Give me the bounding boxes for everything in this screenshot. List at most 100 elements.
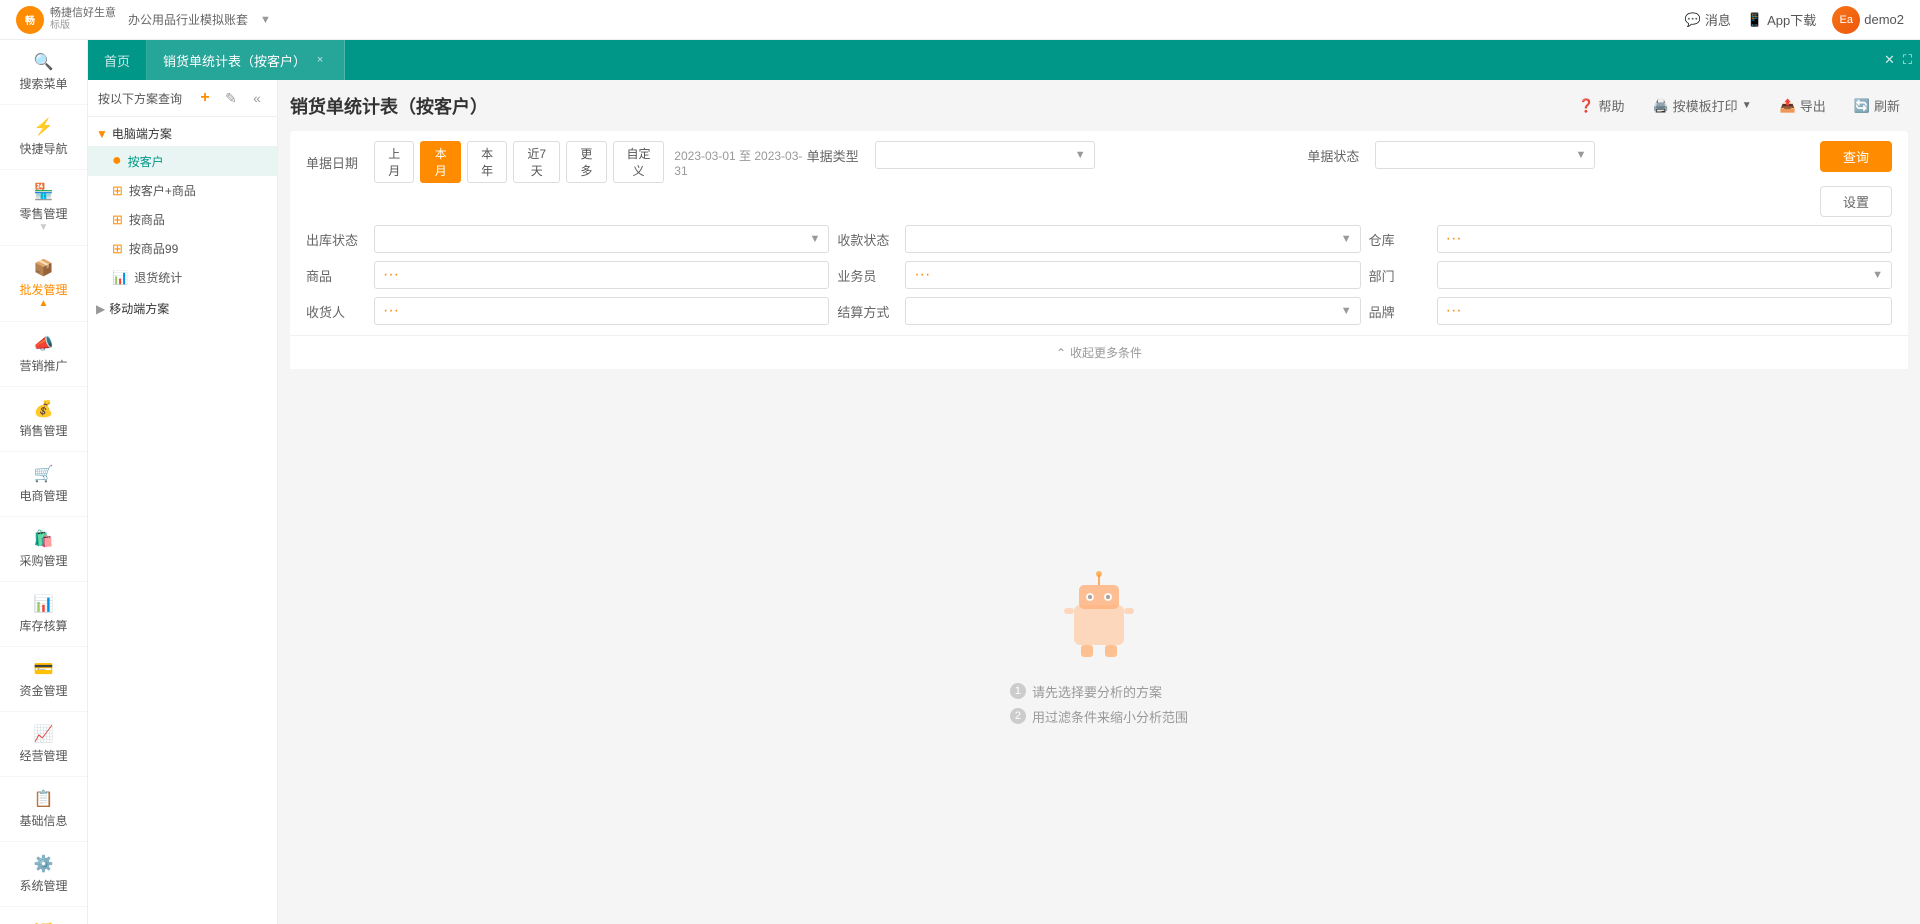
retail-icon: 🏪 xyxy=(4,182,83,202)
operations-icon: 📈 xyxy=(4,724,83,744)
help-btn[interactable]: ❓ 帮助 xyxy=(1570,92,1632,119)
scheme-item-by-goods-99[interactable]: ⊞ 按商品99 xyxy=(88,234,277,263)
sidebar-item-cooperation[interactable]: 🤝 企业协同 xyxy=(0,907,87,924)
sidebar-item-operations[interactable]: 📈 经营管理 xyxy=(0,712,87,777)
brand-label: 品牌 xyxy=(1369,302,1429,321)
doc-status-group: 单据状态 ▼ xyxy=(1307,141,1808,169)
sidebar-item-label: 电商管理 xyxy=(4,487,83,504)
return-stats-icon: 📊 xyxy=(112,270,128,286)
scheme-item-label: 按客户+商品 xyxy=(129,182,196,199)
filter-row-2: 出库状态 ▼ 收款状态 ▼ xyxy=(290,217,1908,253)
out-status-label: 出库状态 xyxy=(306,230,366,249)
sidebar-item-sales[interactable]: 💰 销售管理 xyxy=(0,387,87,452)
date-btn-last-7-days[interactable]: 近7天 xyxy=(513,141,560,183)
date-filter-group: 单据日期 上月 本月 本年 近7天 更多 自定义 2023-03-01 至 20… xyxy=(306,141,807,183)
sidebar-item-label: 库存核算 xyxy=(4,617,83,634)
date-btn-custom[interactable]: 自定义 xyxy=(613,141,665,183)
filter-row-1: 单据日期 上月 本月 本年 近7天 更多 自定义 2023-03-01 至 20… xyxy=(290,131,1908,217)
logo-area: 畅 畅捷信好生意 标版 xyxy=(16,6,116,34)
date-btn-this-year[interactable]: 本年 xyxy=(467,141,507,183)
payment-status-dropdown-icon: ▼ xyxy=(1341,233,1352,245)
collapse-scheme-btn[interactable]: « xyxy=(247,88,267,108)
tab-close-icon[interactable]: × xyxy=(312,52,328,68)
empty-tip-1: 1 请先选择要分析的方案 xyxy=(1010,682,1188,701)
doc-type-select[interactable]: ▼ xyxy=(875,141,1095,169)
export-btn[interactable]: 📤 导出 xyxy=(1772,92,1834,119)
doc-status-select[interactable]: ▼ xyxy=(1375,141,1595,169)
print-icon: 🖨️ xyxy=(1652,98,1668,114)
date-label: 单据日期 xyxy=(306,153,366,172)
scheme-item-by-goods[interactable]: ⊞ 按商品 xyxy=(88,205,277,234)
doc-status-dropdown-icon: ▼ xyxy=(1575,149,1586,161)
tab-sales-stats[interactable]: 销货单统计表（按客户） × xyxy=(147,40,345,80)
date-btn-this-month[interactable]: 本月 xyxy=(420,141,460,183)
date-btn-more[interactable]: 更多 xyxy=(566,141,606,183)
warehouse-label: 仓库 xyxy=(1369,230,1429,249)
sidebar-item-purchase[interactable]: 🛍️ 采购管理 xyxy=(0,517,87,582)
receiver-input[interactable]: ··· xyxy=(374,297,829,325)
logo-icon: 畅 xyxy=(16,6,44,34)
scheme-item-by-customer[interactable]: ● 按客户 xyxy=(88,146,277,176)
close-window-icon[interactable]: ✕ xyxy=(1884,52,1895,68)
print-btn[interactable]: 🖨️ 按模板打印 ▼ xyxy=(1644,92,1759,119)
sidebar-item-label: 资金管理 xyxy=(4,682,83,699)
dept-select[interactable]: ▼ xyxy=(1437,261,1892,289)
goods-input[interactable]: ··· xyxy=(374,261,829,289)
scheme-group-mobile[interactable]: ▶ 移动端方案 xyxy=(88,296,277,321)
edit-scheme-btn[interactable]: ✎ xyxy=(221,88,241,108)
sidebar-item-finance[interactable]: 💳 资金管理 xyxy=(0,647,87,712)
app-download-btn[interactable]: 📱 App下载 xyxy=(1747,10,1816,29)
staff-input[interactable]: ··· xyxy=(905,261,1360,289)
doc-type-label: 单据类型 xyxy=(807,146,867,165)
header-left: 畅 畅捷信好生意 标版 办公用品行业模拟账套 ▼ xyxy=(16,6,271,34)
payment-status-select[interactable]: ▼ xyxy=(905,225,1360,253)
scheme-item-label: 退货统计 xyxy=(134,269,182,286)
query-btn[interactable]: 查询 xyxy=(1820,141,1892,172)
empty-state: 1 请先选择要分析的方案 2 用过滤条件来缩小分析范围 xyxy=(290,369,1908,912)
sidebar-item-label: 批发管理 xyxy=(4,281,83,298)
settlement-select[interactable]: ▼ xyxy=(905,297,1360,325)
warehouse-group: 仓库 ··· xyxy=(1369,225,1892,253)
date-btn-last-month[interactable]: 上月 xyxy=(374,141,414,183)
scheme-item-return-stats[interactable]: 📊 退货统计 xyxy=(88,263,277,292)
nav-dropdown-icon[interactable]: ▼ xyxy=(260,14,271,26)
collapse-label: 收起更多条件 xyxy=(1070,344,1142,361)
search-menu-icon: 🔍 xyxy=(4,52,83,72)
brand-input[interactable]: ··· xyxy=(1437,297,1892,325)
app-download-icon: 📱 xyxy=(1747,12,1763,28)
sidebar-item-label: 经营管理 xyxy=(4,747,83,764)
goods-label: 商品 xyxy=(306,266,366,285)
settings-btn[interactable]: 设置 xyxy=(1820,186,1892,217)
sidebar-item-search-menu[interactable]: 🔍 搜索菜单 xyxy=(0,40,87,105)
sidebar-item-inventory[interactable]: 📊 库存核算 xyxy=(0,582,87,647)
sidebar-item-basic-info[interactable]: 📋 基础信息 xyxy=(0,777,87,842)
message-btn[interactable]: 💬 消息 xyxy=(1685,10,1731,29)
goods-group: 商品 ··· xyxy=(306,261,829,289)
scheme-item-by-customer-goods[interactable]: ⊞ 按客户+商品 xyxy=(88,176,277,205)
user-area[interactable]: Ea demo2 xyxy=(1832,6,1904,34)
empty-tip-2: 2 用过滤条件来缩小分析范围 xyxy=(1010,707,1188,726)
refresh-btn[interactable]: 🔄 刷新 xyxy=(1846,92,1908,119)
sidebar-item-marketing[interactable]: 📣 营销推广 xyxy=(0,322,87,387)
sidebar-item-system[interactable]: ⚙️ 系统管理 xyxy=(0,842,87,907)
tab-bar-right: ✕ ⛶ xyxy=(1876,40,1920,80)
by-customer-goods-icon: ⊞ xyxy=(112,183,123,199)
tab-home[interactable]: 首页 xyxy=(88,40,147,80)
out-status-select[interactable]: ▼ xyxy=(374,225,829,253)
payment-status-label: 收款状态 xyxy=(837,230,897,249)
doc-type-dropdown-icon: ▼ xyxy=(1075,149,1086,161)
sidebar-item-retail[interactable]: 🏪 零售管理 ▼ xyxy=(0,170,87,246)
sidebar-item-ecommerce[interactable]: 🛒 电商管理 xyxy=(0,452,87,517)
scheme-group-desktop[interactable]: ▼ 电脑端方案 xyxy=(88,121,277,146)
collapse-bar[interactable]: ⌃ 收起更多条件 xyxy=(290,335,1908,369)
collapse-up-icon: ⌃ xyxy=(1056,346,1066,360)
date-range: 2023-03-01 至 2023-03-31 xyxy=(674,147,806,178)
basic-info-icon: 📋 xyxy=(4,789,83,809)
maximize-window-icon[interactable]: ⛶ xyxy=(1903,52,1912,68)
sidebar-item-wholesale[interactable]: 📦 批发管理 ▲ xyxy=(0,246,87,322)
add-scheme-btn[interactable]: + xyxy=(195,88,215,108)
finance-icon: 💳 xyxy=(4,659,83,679)
sidebar-item-quick-nav[interactable]: ⚡ 快捷导航 xyxy=(0,105,87,170)
main-area: 销货单统计表（按客户） ❓ 帮助 🖨️ 按模板打印 ▼ 📤 xyxy=(278,80,1920,924)
warehouse-input[interactable]: ··· xyxy=(1437,225,1892,253)
